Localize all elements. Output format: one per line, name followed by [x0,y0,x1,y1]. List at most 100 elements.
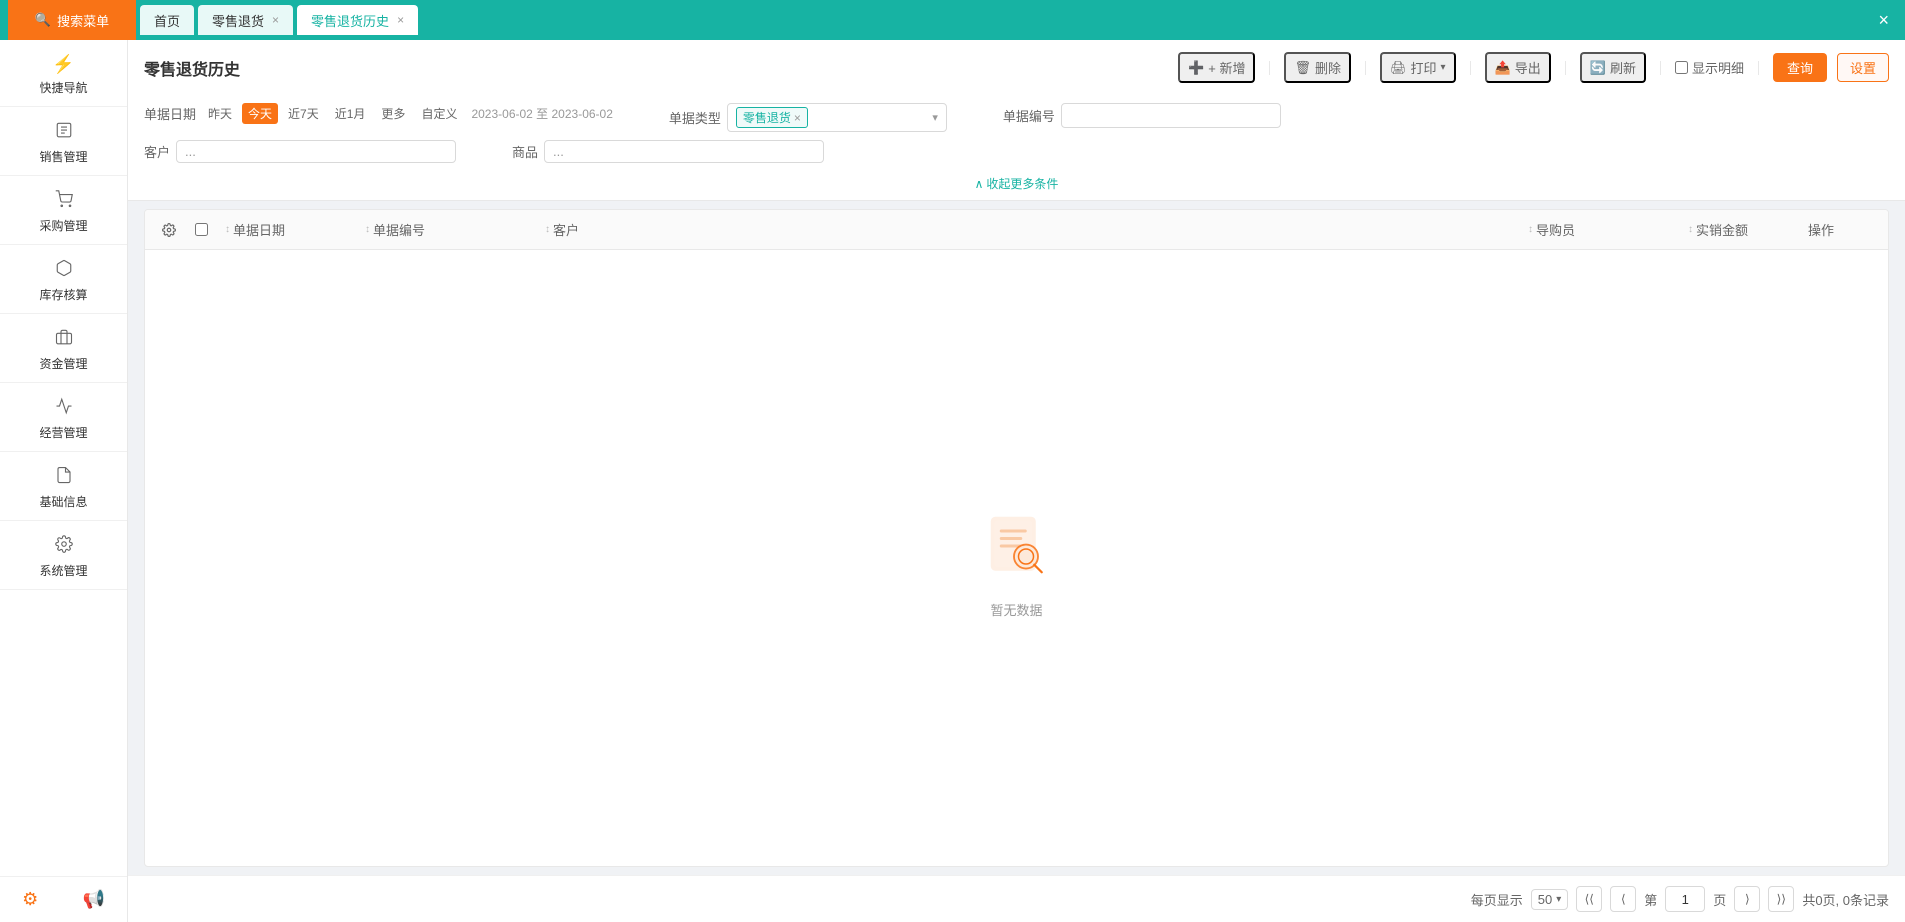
th-select-all[interactable] [185,223,217,236]
sidebar-item-inventory[interactable]: 库存核算 [0,245,127,314]
per-page-value: 50 [1538,892,1552,907]
page-last-btn[interactable]: ⟩⟩ [1768,886,1794,912]
sidebar-item-sales[interactable]: 销售管理 [0,107,127,176]
export-btn[interactable]: 📤 导出 [1485,52,1551,83]
sidebar-item-operations[interactable]: 经营管理 [0,383,127,452]
tab-retail-return-close[interactable]: × [272,13,279,27]
toolbar-divider-6 [1758,61,1759,75]
tab-home[interactable]: 首页 [140,5,194,35]
sidebar-gear-btn[interactable]: ⚙ [22,889,38,910]
query-btn[interactable]: 查询 [1773,53,1827,82]
date-btn-today[interactable]: 今天 [242,103,278,124]
date-btn-7days[interactable]: 近7天 [282,103,325,124]
sidebar-item-finance[interactable]: 资金管理 [0,314,127,383]
th-customer[interactable]: ↕ 客户 [537,220,1520,239]
filter-area: 单据日期 昨天 今天 近7天 近1月 更多 自定义 2023-06-02 至 2… [144,95,1889,200]
finance-icon [55,328,73,351]
collapse-btn[interactable]: ∧ 收起更多条件 [975,175,1059,192]
sidebar-item-quick-nav[interactable]: ⚡ 快捷导航 [0,40,127,107]
sidebar-speaker-btn[interactable]: 📢 [82,889,104,910]
sidebar-item-basic-info-label: 基础信息 [39,493,87,510]
th-num-label: 单据编号 [373,220,425,239]
top-bar: 🔍 搜索菜单 首页 零售退货 × 零售退货历史 × × [0,0,1905,40]
print-icon: 🖨 [1390,60,1407,76]
filter-row-2: 客户 ... 商品 ... [144,140,1889,163]
print-btn[interactable]: 🖨 打印 ▾ [1380,52,1456,83]
tab-retail-return-history-close[interactable]: × [397,13,404,27]
th-customer-label: 客户 [553,220,579,239]
per-page-arrow: ▾ [1556,894,1561,905]
th-settings[interactable] [153,223,185,237]
refresh-btn-label: 刷新 [1610,58,1636,77]
doc-type-tag: 零售退货 × [736,107,808,128]
goods-filter: 商品 ... [512,140,824,163]
search-menu-btn[interactable]: 🔍 搜索菜单 [8,0,136,40]
window-close-btn[interactable]: × [1870,10,1897,31]
per-page-label: 每页显示 [1471,890,1523,909]
toolbar-divider-4 [1565,61,1566,75]
export-icon: 📤 [1495,60,1511,76]
sidebar-item-purchase-label: 采购管理 [39,217,87,234]
quick-nav-icon: ⚡ [52,54,74,75]
collapse-row: ∧ 收起更多条件 [144,171,1889,200]
data-table: ↕ 单据日期 ↕ 单据编号 ↕ 客户 ↕ 导购员 [144,209,1889,867]
th-amount-label: 实销金额 [1696,220,1748,239]
date-btn-1month[interactable]: 近1月 [329,103,372,124]
plus-icon: ➕ [1188,60,1204,76]
date-btn-yesterday[interactable]: 昨天 [202,103,238,124]
goods-select[interactable]: ... [544,140,824,163]
settings-btn[interactable]: 设置 [1837,53,1889,82]
page-first-btn[interactable]: ⟨⟨ [1576,886,1602,912]
empty-state: 暂无数据 [145,250,1888,866]
search-icon: 🔍 [35,12,51,28]
sort-amount-icon: ↕ [1688,224,1693,235]
doc-type-arrow: ▾ [932,111,938,124]
page-title-row: 零售退货历史 ➕ + 新增 🗑 删除 🖨 打印 ▾ [144,52,1889,83]
doc-num-input[interactable] [1061,103,1281,128]
select-all-checkbox[interactable] [195,223,208,236]
basic-info-icon [55,466,73,489]
page-prev-btn[interactable]: ⟨ [1610,886,1636,912]
refresh-icon: 🔄 [1590,60,1606,76]
th-date[interactable]: ↕ 单据日期 [217,220,357,239]
new-btn[interactable]: ➕ + 新增 [1178,52,1255,83]
tab-retail-return[interactable]: 零售退货 × [198,5,293,35]
print-arrow-icon: ▾ [1441,62,1446,73]
refresh-btn[interactable]: 🔄 刷新 [1580,52,1646,83]
doc-type-select[interactable]: 零售退货 × ▾ [727,103,947,132]
date-options: 昨天 今天 近7天 近1月 更多 自定义 2023-06-02 至 2023-0… [202,103,613,124]
tab-retail-return-history[interactable]: 零售退货历史 × [297,5,418,35]
sort-guide-icon: ↕ [1528,224,1533,235]
doc-num-filter: 单据编号 [1003,103,1281,128]
th-guide[interactable]: ↕ 导购员 [1520,220,1680,239]
doc-type-tag-close[interactable]: × [794,111,801,125]
show-detail-checkbox[interactable] [1675,61,1688,74]
sidebar-item-system[interactable]: 系统管理 [0,521,127,590]
tab-retail-return-history-label: 零售退货历史 [311,11,389,30]
tab-retail-return-label: 零售退货 [212,11,264,30]
date-btn-more[interactable]: 更多 [375,103,411,124]
delete-btn[interactable]: 🗑 删除 [1284,52,1351,83]
sidebar-item-inventory-label: 库存核算 [39,286,87,303]
th-amount[interactable]: ↕ 实销金额 [1680,220,1800,239]
th-num[interactable]: ↕ 单据编号 [357,220,537,239]
toolbar-divider-5 [1660,61,1661,75]
show-detail-checkbox-label[interactable]: 显示明细 [1675,58,1744,77]
sidebar-item-purchase[interactable]: 采购管理 [0,176,127,245]
sidebar-item-basic-info[interactable]: 基础信息 [0,452,127,521]
page-next-btn[interactable]: ⟩ [1734,886,1760,912]
customer-select[interactable]: ... [176,140,456,163]
per-page-select[interactable]: 50 ▾ [1531,889,1569,910]
customer-filter-label: 客户 [144,142,170,161]
delete-icon: 🗑 [1294,60,1311,76]
th-date-label: 单据日期 [233,220,285,239]
sidebar-item-finance-label: 资金管理 [39,355,87,372]
th-action-label: 操作 [1808,220,1834,239]
date-btn-custom[interactable]: 自定义 [415,103,463,124]
tab-home-label: 首页 [154,11,180,30]
toolbar: ➕ + 新增 🗑 删除 🖨 打印 ▾ [1178,52,1889,83]
export-btn-label: 导出 [1515,58,1541,77]
page-input[interactable] [1665,886,1705,912]
date-range: 2023-06-02 至 2023-06-02 [471,105,612,122]
delete-btn-label: 删除 [1315,58,1341,77]
